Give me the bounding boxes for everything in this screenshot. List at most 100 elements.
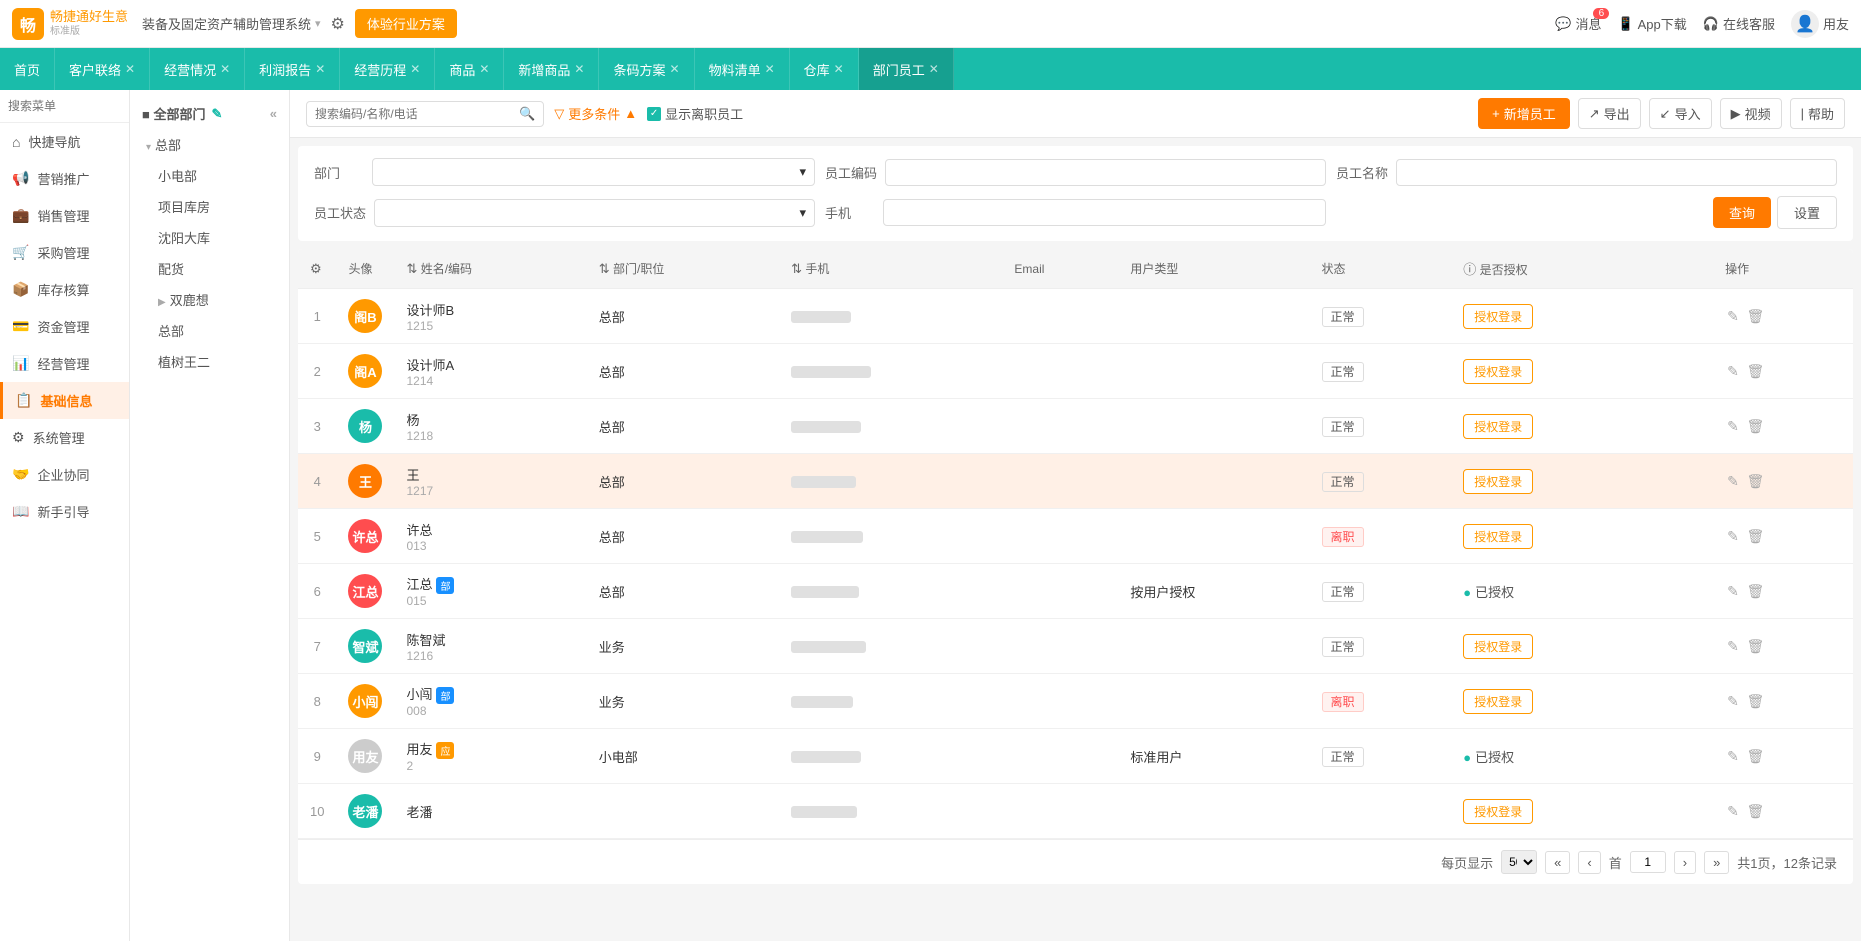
delete-button[interactable]: 🗑 bbox=[1746, 473, 1764, 489]
prev-page-button[interactable]: ‹ bbox=[1578, 851, 1600, 874]
auth-login-button[interactable]: 授权登录 bbox=[1463, 799, 1533, 824]
sidebar-search-input[interactable] bbox=[8, 99, 130, 113]
delete-button[interactable]: 🗑 bbox=[1746, 693, 1764, 709]
sidebar-item-finance[interactable]: 💳 资金管理 bbox=[0, 308, 129, 345]
nav-item-barcode[interactable]: 条码方案 ✕ bbox=[599, 48, 694, 90]
edit-button[interactable]: ✎ bbox=[1727, 528, 1739, 544]
close-icon[interactable]: ✕ bbox=[125, 62, 135, 76]
export-button[interactable]: ↗ 导出 bbox=[1578, 98, 1641, 129]
edit-button[interactable]: ✎ bbox=[1727, 308, 1739, 324]
close-icon[interactable]: ✕ bbox=[929, 62, 939, 76]
edit-button[interactable]: ✎ bbox=[1727, 693, 1739, 709]
close-icon[interactable]: ✕ bbox=[834, 62, 844, 76]
dept-item-zb[interactable]: 总部 bbox=[130, 315, 289, 346]
col-phone[interactable]: ⇅ 手机 bbox=[779, 249, 1002, 289]
auth-login-button[interactable]: 授权登录 bbox=[1463, 359, 1533, 384]
more-filter-button[interactable]: ▽ 更多条件 ▲ bbox=[554, 104, 637, 123]
auth-login-button[interactable]: 授权登录 bbox=[1463, 414, 1533, 439]
sidebar-item-marketing[interactable]: 📢 营销推广 bbox=[0, 160, 129, 197]
page-size-select[interactable]: 50 100 bbox=[1501, 850, 1537, 874]
first-page-button[interactable]: « bbox=[1545, 851, 1570, 874]
dept-item-planting[interactable]: 植树王二 bbox=[130, 346, 289, 377]
delete-button[interactable]: 🗑 bbox=[1746, 528, 1764, 544]
sidebar-item-purchase[interactable]: 🛒 采购管理 bbox=[0, 234, 129, 271]
nav-item-bom[interactable]: 物料清单 ✕ bbox=[695, 48, 790, 90]
empname-filter-input[interactable] bbox=[1396, 159, 1837, 186]
nav-item-home[interactable]: 首页 bbox=[0, 48, 55, 90]
close-icon[interactable]: ✕ bbox=[410, 62, 420, 76]
sidebar-item-system[interactable]: ⚙ 系统管理 bbox=[0, 419, 129, 456]
edit-button[interactable]: ✎ bbox=[1727, 473, 1739, 489]
nav-item-dept-staff[interactable]: 部门员工 ✕ bbox=[859, 48, 954, 90]
sidebar-search[interactable]: 🔍 bbox=[0, 90, 129, 123]
sidebar-item-collab[interactable]: 🤝 企业协同 bbox=[0, 456, 129, 493]
nav-item-add-goods[interactable]: 新增商品 ✕ bbox=[504, 48, 599, 90]
dept-item-headquarters[interactable]: ▾总部 bbox=[130, 129, 289, 160]
dept-item-shuangluxiang[interactable]: ▶双鹿想 bbox=[130, 284, 289, 315]
col-name[interactable]: ⇅ 姓名/编码 bbox=[394, 249, 586, 289]
empcode-filter-input[interactable] bbox=[885, 159, 1326, 186]
dept-item-xd[interactable]: 小电部 bbox=[130, 160, 289, 191]
auth-login-button[interactable]: 授权登录 bbox=[1463, 304, 1533, 329]
search-input[interactable] bbox=[315, 107, 515, 121]
help-button[interactable]: | 帮助 bbox=[1790, 98, 1845, 129]
dept-item-shenyang[interactable]: 沈阳大库 bbox=[130, 222, 289, 253]
message-button[interactable]: 💬 6 消息 bbox=[1555, 14, 1601, 33]
col-settings[interactable]: ⚙ bbox=[298, 249, 336, 289]
delete-button[interactable]: 🗑 bbox=[1746, 308, 1764, 324]
delete-button[interactable]: 🗑 bbox=[1746, 748, 1764, 764]
edit-button[interactable]: ✎ bbox=[1727, 748, 1739, 764]
search-input-wrap[interactable]: 🔍 bbox=[306, 101, 544, 127]
show-resign-checkbox[interactable]: 显示离职员工 bbox=[647, 104, 743, 123]
edit-button[interactable]: ✎ bbox=[1727, 638, 1739, 654]
reset-button[interactable]: 设置 bbox=[1777, 196, 1837, 229]
auth-login-button[interactable]: 授权登录 bbox=[1463, 524, 1533, 549]
chevron-down-icon[interactable]: ▾ bbox=[315, 17, 321, 30]
sidebar-item-nav[interactable]: ⌂ 快捷导航 bbox=[0, 123, 129, 160]
nav-item-goods[interactable]: 商品 ✕ bbox=[435, 48, 504, 90]
sidebar-item-inventory[interactable]: 📦 库存核算 bbox=[0, 271, 129, 308]
edit-button[interactable]: ✎ bbox=[1727, 363, 1739, 379]
nav-item-journey[interactable]: 经营历程 ✕ bbox=[340, 48, 435, 90]
last-page-button[interactable]: » bbox=[1704, 851, 1729, 874]
nav-item-customer[interactable]: 客户联络 ✕ bbox=[55, 48, 150, 90]
page-number-input[interactable] bbox=[1630, 851, 1666, 873]
sidebar-item-manage[interactable]: 📊 经营管理 bbox=[0, 345, 129, 382]
next-page-button[interactable]: › bbox=[1674, 851, 1696, 874]
delete-button[interactable]: 🗑 bbox=[1746, 638, 1764, 654]
auth-login-button[interactable]: 授权登录 bbox=[1463, 689, 1533, 714]
sidebar-item-guide[interactable]: 📖 新手引导 bbox=[0, 493, 129, 530]
user-avatar-button[interactable]: 👤 用友 bbox=[1791, 10, 1849, 38]
video-button[interactable]: ▶ 视频 bbox=[1720, 98, 1782, 129]
sidebar-item-sales[interactable]: 💼 销售管理 bbox=[0, 197, 129, 234]
collapse-tree-icon[interactable]: « bbox=[270, 106, 277, 121]
sidebar-item-basic[interactable]: 📋 基础信息 bbox=[0, 382, 129, 419]
delete-button[interactable]: 🗑 bbox=[1746, 583, 1764, 599]
delete-button[interactable]: 🗑 bbox=[1746, 363, 1764, 379]
nav-item-warehouse[interactable]: 仓库 ✕ bbox=[790, 48, 859, 90]
nav-item-operation[interactable]: 经营情况 ✕ bbox=[150, 48, 245, 90]
delete-button[interactable]: 🗑 bbox=[1746, 418, 1764, 434]
auth-login-button[interactable]: 授权登录 bbox=[1463, 634, 1533, 659]
close-icon[interactable]: ✕ bbox=[765, 62, 775, 76]
app-download-button[interactable]: 📱 App下载 bbox=[1617, 14, 1686, 33]
edit-button[interactable]: ✎ bbox=[1727, 418, 1739, 434]
edit-button[interactable]: ✎ bbox=[1727, 803, 1739, 819]
dept-item-distribution[interactable]: 配货 bbox=[130, 253, 289, 284]
nav-item-profit[interactable]: 利润报告 ✕ bbox=[245, 48, 340, 90]
col-dept[interactable]: ⇅ 部门/职位 bbox=[587, 249, 779, 289]
edit-dept-icon[interactable]: ✎ bbox=[211, 106, 222, 122]
dept-filter-select[interactable]: ▾ bbox=[372, 158, 815, 186]
query-button[interactable]: 查询 bbox=[1713, 197, 1771, 228]
close-icon[interactable]: ✕ bbox=[479, 62, 489, 76]
close-icon[interactable]: ✕ bbox=[315, 62, 325, 76]
auth-login-button[interactable]: 授权登录 bbox=[1463, 469, 1533, 494]
gear-icon[interactable]: ⚙ bbox=[331, 14, 345, 34]
online-service-button[interactable]: 🎧 在线客服 bbox=[1703, 14, 1775, 33]
edit-button[interactable]: ✎ bbox=[1727, 583, 1739, 599]
import-button[interactable]: ↙ 导入 bbox=[1649, 98, 1712, 129]
close-icon[interactable]: ✕ bbox=[670, 62, 680, 76]
status-filter-select[interactable]: ▾ bbox=[374, 199, 815, 227]
close-icon[interactable]: ✕ bbox=[574, 62, 584, 76]
delete-button[interactable]: 🗑 bbox=[1746, 803, 1764, 819]
